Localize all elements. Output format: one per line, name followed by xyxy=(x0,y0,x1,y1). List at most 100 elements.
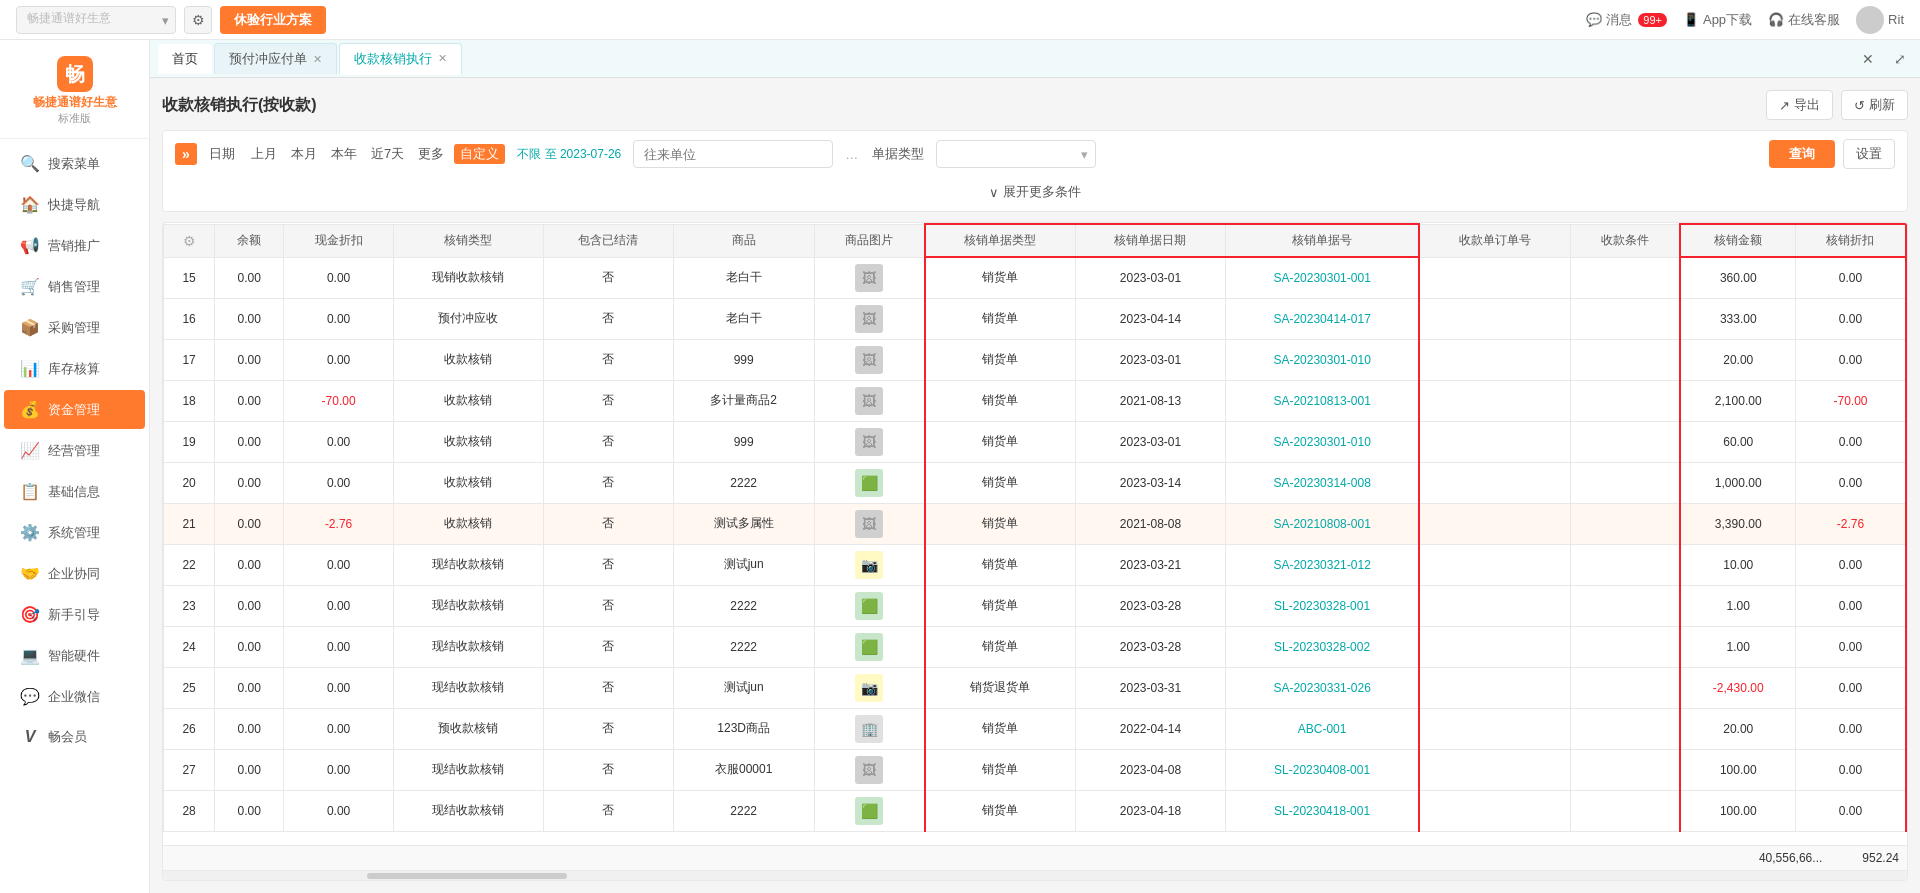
sidebar-item-quick[interactable]: 🏠 快捷导航 xyxy=(4,185,145,224)
horizontal-scrollbar[interactable] xyxy=(163,870,1907,880)
date-this-year[interactable]: 本年 xyxy=(327,144,361,164)
query-button[interactable]: 查询 xyxy=(1769,140,1835,168)
table-row-balance: 0.00 xyxy=(215,667,284,708)
table-row-no: 26 xyxy=(164,708,215,749)
sidebar-item-purchase[interactable]: 📦 采购管理 xyxy=(4,308,145,347)
sidebar-item-inventory[interactable]: 📊 库存核算 xyxy=(4,349,145,388)
sidebar-item-hardware[interactable]: 💻 智能硬件 xyxy=(4,636,145,675)
filter-settings-button[interactable]: 设置 xyxy=(1843,139,1895,169)
search-icon: 🔍 xyxy=(20,154,40,173)
writeoff-bill-no-link[interactable]: SA-20230321-012 xyxy=(1273,558,1370,572)
writeoff-bill-no-link[interactable]: SA-20230331-026 xyxy=(1273,681,1370,695)
table-row-receipt-order-no xyxy=(1419,708,1570,749)
app-download-item[interactable]: 📱 App下载 xyxy=(1683,11,1752,29)
table-row-receipt-order-no xyxy=(1419,462,1570,503)
sidebar-item-system[interactable]: ⚙️ 系统管理 xyxy=(4,513,145,552)
table-row-writeoff-discount: 0.00 xyxy=(1795,544,1906,585)
writeoff-bill-no-link[interactable]: SL-20230328-001 xyxy=(1274,599,1370,613)
purchase-icon: 📦 xyxy=(20,318,40,337)
date-range-text: 不限 至 2023-07-26 xyxy=(517,146,621,163)
table-row-writeoff-bill-no: SA-20230331-026 xyxy=(1226,667,1420,708)
table-scroll[interactable]: ⚙ 余额 现金折扣 核销类型 包含已结清 商品 商品图片 核销单据类型 核销单据… xyxy=(163,223,1907,845)
table-row-writeoff-discount: 0.00 xyxy=(1795,667,1906,708)
table-row-balance: 0.00 xyxy=(215,257,284,298)
table-row-writeoff-bill-no: SA-20210813-001 xyxy=(1226,380,1420,421)
industry-solution-button[interactable]: 休验行业方案 xyxy=(220,6,326,34)
table-row-include-settled: 否 xyxy=(543,667,673,708)
company-selector[interactable]: 畅捷通谱好生意 ▾ xyxy=(16,6,176,34)
date-7-days[interactable]: 近7天 xyxy=(367,144,408,164)
tab-prepay-close[interactable]: ✕ xyxy=(313,53,322,66)
writeoff-bill-no-link[interactable]: ABC-001 xyxy=(1298,722,1347,736)
table-row-balance: 0.00 xyxy=(215,380,284,421)
writeoff-bill-no-link[interactable]: SA-20230301-001 xyxy=(1273,271,1370,285)
sidebar-item-label: 智能硬件 xyxy=(48,647,100,665)
page-header: 收款核销执行(按收款) ↗ 导出 ↺ 刷新 xyxy=(162,90,1908,120)
col-writeoff-amount-header: 核销金额 xyxy=(1680,224,1795,257)
sidebar-item-sales[interactable]: 🛒 销售管理 xyxy=(4,267,145,306)
date-this-month[interactable]: 本月 xyxy=(287,144,321,164)
sidebar-item-member[interactable]: V 畅会员 xyxy=(4,718,145,756)
sidebar-item-operation[interactable]: 📈 经营管理 xyxy=(4,431,145,470)
table-row-writeoff-bill-no: SA-20230414-017 xyxy=(1226,298,1420,339)
sidebar-item-search[interactable]: 🔍 搜索菜单 xyxy=(4,144,145,183)
table-row-cash-discount: 0.00 xyxy=(284,708,394,749)
table-row-receipt-order-no xyxy=(1419,421,1570,462)
export-button[interactable]: ↗ 导出 xyxy=(1766,90,1833,120)
date-last-month[interactable]: 上月 xyxy=(247,144,281,164)
table-row-writeoff-bill-type: 销货单 xyxy=(925,626,1076,667)
table-row-receipt-order-no xyxy=(1419,667,1570,708)
online-service-item[interactable]: 🎧 在线客服 xyxy=(1768,11,1840,29)
table-row-writeoff-bill-date: 2023-03-28 xyxy=(1075,626,1225,667)
date-custom[interactable]: 自定义 xyxy=(454,144,505,164)
partner-input[interactable] xyxy=(633,140,833,168)
scroll-thumb[interactable] xyxy=(367,873,567,879)
date-more[interactable]: 更多 xyxy=(414,144,448,164)
sidebar-item-wechat[interactable]: 💬 企业微信 xyxy=(4,677,145,716)
sidebar-item-marketing[interactable]: 📢 营销推广 xyxy=(4,226,145,265)
home-icon: 🏠 xyxy=(20,195,40,214)
sidebar-item-basic[interactable]: 📋 基础信息 xyxy=(4,472,145,511)
tab-restore-button[interactable]: ⤢ xyxy=(1888,49,1912,69)
user-name-label: Rit xyxy=(1888,12,1904,27)
notification-item[interactable]: 💬 消息 99+ xyxy=(1586,11,1667,29)
table-row-balance: 0.00 xyxy=(215,708,284,749)
table-row-goods: 2222 xyxy=(673,462,814,503)
table-row-no: 21 xyxy=(164,503,215,544)
table-row-writeoff-type: 收款核销 xyxy=(393,339,543,380)
writeoff-bill-no-link[interactable]: SA-20230414-017 xyxy=(1273,312,1370,326)
writeoff-bill-no-link[interactable]: SA-20210808-001 xyxy=(1273,517,1370,531)
tab-close-all-button[interactable]: ✕ xyxy=(1856,49,1880,69)
top-bar-left: 畅捷通谱好生意 ▾ ⚙ 休验行业方案 xyxy=(16,6,1574,34)
table-row-receipt-condition xyxy=(1570,339,1680,380)
tab-prepay[interactable]: 预付冲应付单 ✕ xyxy=(214,43,337,74)
writeoff-bill-no-link[interactable]: SL-20230328-002 xyxy=(1274,640,1370,654)
writeoff-bill-no-link[interactable]: SA-20210813-001 xyxy=(1273,394,1370,408)
table-row-cash-discount: 0.00 xyxy=(284,790,394,831)
sidebar-item-finance[interactable]: 💰 资金管理 xyxy=(4,390,145,429)
expand-conditions-button[interactable]: ∨ 展开更多条件 xyxy=(175,181,1895,203)
tab-home[interactable]: 首页 xyxy=(158,44,212,74)
receipt-type-select[interactable] xyxy=(936,140,1096,168)
writeoff-bill-no-link[interactable]: SA-20230301-010 xyxy=(1273,435,1370,449)
writeoff-bill-no-link[interactable]: SA-20230301-010 xyxy=(1273,353,1370,367)
tab-receipt-close[interactable]: ✕ xyxy=(438,52,447,65)
refresh-button[interactable]: ↺ 刷新 xyxy=(1841,90,1908,120)
export-label: 导出 xyxy=(1794,96,1820,114)
settings-gear-button[interactable]: ⚙ xyxy=(184,6,212,34)
table-row-no: 19 xyxy=(164,421,215,462)
tab-receipt[interactable]: 收款核销执行 ✕ xyxy=(339,43,462,75)
user-profile-item[interactable]: Rit xyxy=(1856,6,1904,34)
expand-filter-button[interactable]: » xyxy=(175,143,197,165)
writeoff-bill-no-link[interactable]: SL-20230418-001 xyxy=(1274,804,1370,818)
col-settings-header[interactable]: ⚙ xyxy=(164,224,215,257)
writeoff-bill-no-link[interactable]: SL-20230408-001 xyxy=(1274,763,1370,777)
sidebar-item-enterprise[interactable]: 🤝 企业协同 xyxy=(4,554,145,593)
tab-home-label: 首页 xyxy=(172,50,198,68)
table-row-receipt-condition xyxy=(1570,585,1680,626)
table-row-no: 22 xyxy=(164,544,215,585)
sidebar-item-guide[interactable]: 🎯 新手引导 xyxy=(4,595,145,634)
operation-icon: 📈 xyxy=(20,441,40,460)
writeoff-bill-no-link[interactable]: SA-20230314-008 xyxy=(1273,476,1370,490)
table-row-goods: 老白干 xyxy=(673,257,814,298)
